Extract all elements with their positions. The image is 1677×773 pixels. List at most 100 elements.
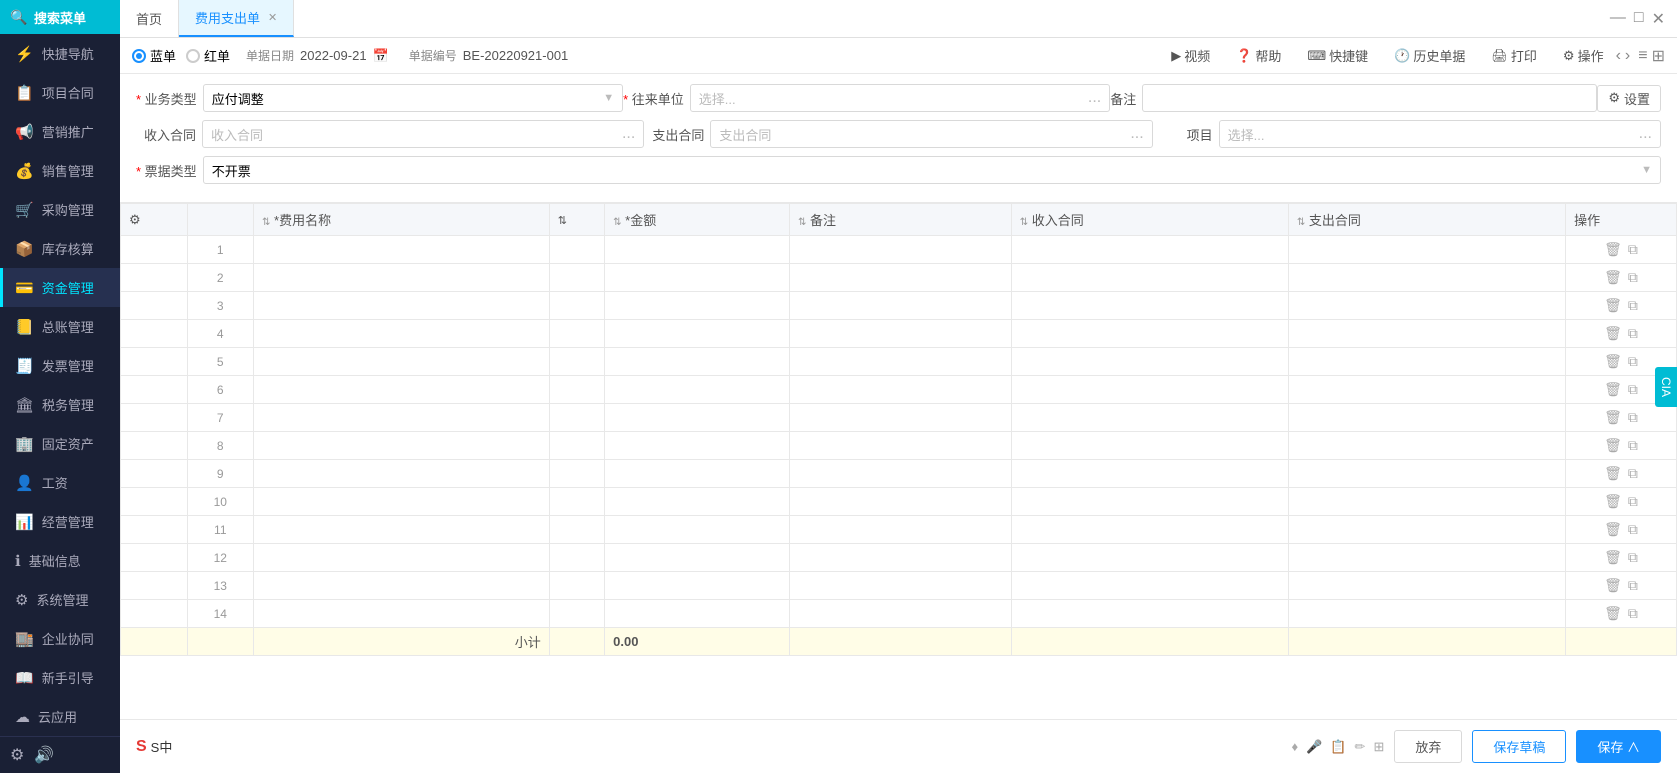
calendar-icon[interactable]: 📅 bbox=[373, 48, 389, 64]
footer-icon-mic[interactable]: 🎤 bbox=[1306, 739, 1322, 755]
row-income-contract-1[interactable] bbox=[1011, 236, 1288, 264]
row-expense-contract-10[interactable] bbox=[1288, 488, 1565, 516]
video-toolbar-button[interactable]: ▶视频 bbox=[1163, 44, 1218, 67]
shortcut-toolbar-button[interactable]: ⌨快捷键 bbox=[1299, 44, 1376, 67]
sidebar-item-operation[interactable]: 📊经营管理 bbox=[0, 502, 120, 541]
delete-row-4-icon[interactable]: 🗑 bbox=[1604, 325, 1622, 342]
sidebar-item-invoice[interactable]: 🧾发票管理 bbox=[0, 346, 120, 385]
footer-icon-check[interactable]: ✏ bbox=[1355, 739, 1366, 755]
project-dots[interactable]: ... bbox=[1639, 125, 1652, 143]
row-income-contract-9[interactable] bbox=[1011, 460, 1288, 488]
sidebar-item-system[interactable]: ⚙系统管理 bbox=[0, 580, 120, 619]
red-bill-radio[interactable]: 红单 bbox=[186, 46, 230, 65]
row-amount-6[interactable] bbox=[605, 376, 790, 404]
invoice-type-select[interactable]: 不开票 ▼ bbox=[203, 156, 1661, 184]
sidebar-item-enterprise[interactable]: 🏬企业协同 bbox=[0, 619, 120, 658]
row-amount-10[interactable] bbox=[605, 488, 790, 516]
expense-contract-sort-icon[interactable]: ⇅ bbox=[1297, 217, 1305, 228]
business-type-select[interactable]: 应付调整 ▼ bbox=[203, 84, 623, 112]
remark-sort-icon[interactable]: ⇅ bbox=[798, 217, 806, 228]
row-amount-2[interactable] bbox=[605, 264, 790, 292]
history-toolbar-button[interactable]: 🕐历史单据 bbox=[1386, 44, 1473, 67]
blue-bill-radio[interactable]: 蓝单 bbox=[132, 46, 176, 65]
copy-row-13-icon[interactable]: ⧉ bbox=[1628, 577, 1638, 594]
row-expense-name-7[interactable] bbox=[254, 404, 550, 432]
delete-row-7-icon[interactable]: 🗑 bbox=[1604, 409, 1622, 426]
row-remark-12[interactable] bbox=[789, 544, 1011, 572]
sidebar-item-inventory[interactable]: 📦库存核算 bbox=[0, 229, 120, 268]
delete-row-1-icon[interactable]: 🗑 bbox=[1604, 241, 1622, 258]
row-remark-3[interactable] bbox=[789, 292, 1011, 320]
row-amount-7[interactable] bbox=[605, 404, 790, 432]
help-toolbar-button[interactable]: ❓帮助 bbox=[1228, 44, 1289, 67]
cia-side-tab[interactable]: CIA bbox=[1655, 366, 1677, 406]
settings-icon[interactable]: ⚙ bbox=[10, 745, 24, 765]
row-income-contract-7[interactable] bbox=[1011, 404, 1288, 432]
expense-contract-dots[interactable]: ... bbox=[1130, 125, 1143, 143]
nav-next-button[interactable]: › bbox=[1625, 47, 1630, 65]
footer-icon-grid[interactable]: ⊞ bbox=[1373, 739, 1384, 755]
row-remark-13[interactable] bbox=[789, 572, 1011, 600]
row-expense-name-12[interactable] bbox=[254, 544, 550, 572]
row-remark-11[interactable] bbox=[789, 516, 1011, 544]
close-button[interactable]: ✕ bbox=[1652, 9, 1665, 29]
sidebar-item-fixed-asset[interactable]: 🏢固定资产 bbox=[0, 424, 120, 463]
row-income-contract-10[interactable] bbox=[1011, 488, 1288, 516]
delete-row-5-icon[interactable]: 🗑 bbox=[1604, 353, 1622, 370]
row-amount-8[interactable] bbox=[605, 432, 790, 460]
income-contract-sort-icon[interactable]: ⇅ bbox=[1020, 217, 1028, 228]
row-expense-name-10[interactable] bbox=[254, 488, 550, 516]
row-amount-1[interactable] bbox=[605, 236, 790, 264]
row-expense-name-8[interactable] bbox=[254, 432, 550, 460]
row-income-contract-5[interactable] bbox=[1011, 348, 1288, 376]
row-expense-name-9[interactable] bbox=[254, 460, 550, 488]
row-expense-name-2[interactable] bbox=[254, 264, 550, 292]
row-expense-contract-7[interactable] bbox=[1288, 404, 1565, 432]
row-expense-contract-2[interactable] bbox=[1288, 264, 1565, 292]
row-expense-contract-13[interactable] bbox=[1288, 572, 1565, 600]
row-amount-12[interactable] bbox=[605, 544, 790, 572]
sidebar-item-quick-nav[interactable]: ⚡快捷导航 bbox=[0, 34, 120, 73]
row-income-contract-11[interactable] bbox=[1011, 516, 1288, 544]
footer-icon-diamond[interactable]: ♦ bbox=[1292, 739, 1299, 754]
row-remark-1[interactable] bbox=[789, 236, 1011, 264]
copy-row-10-icon[interactable]: ⧉ bbox=[1628, 493, 1638, 510]
tab-expense-bill[interactable]: 费用支出单✕ bbox=[179, 0, 294, 37]
row-expense-contract-4[interactable] bbox=[1288, 320, 1565, 348]
row-expense-contract-12[interactable] bbox=[1288, 544, 1565, 572]
row-remark-8[interactable] bbox=[789, 432, 1011, 460]
sidebar-item-ledger[interactable]: 📒总账管理 bbox=[0, 307, 120, 346]
delete-row-6-icon[interactable]: 🗑 bbox=[1604, 381, 1622, 398]
row-income-contract-14[interactable] bbox=[1011, 600, 1288, 628]
copy-row-11-icon[interactable]: ⧉ bbox=[1628, 521, 1638, 538]
row-expense-name-6[interactable] bbox=[254, 376, 550, 404]
row-remark-2[interactable] bbox=[789, 264, 1011, 292]
delete-row-14-icon[interactable]: 🗑 bbox=[1604, 605, 1622, 622]
row-expense-contract-1[interactable] bbox=[1288, 236, 1565, 264]
row-income-contract-4[interactable] bbox=[1011, 320, 1288, 348]
row-expense-contract-8[interactable] bbox=[1288, 432, 1565, 460]
row-income-contract-13[interactable] bbox=[1011, 572, 1288, 600]
row-expense-name-3[interactable] bbox=[254, 292, 550, 320]
minimize-button[interactable]: — bbox=[1610, 9, 1626, 29]
sidebar-item-sales[interactable]: 💰销售管理 bbox=[0, 151, 120, 190]
income-contract-input[interactable]: 收入合同 ... bbox=[202, 120, 644, 148]
row-expense-name-13[interactable] bbox=[254, 572, 550, 600]
amount-sort-icon[interactable]: ⇅ bbox=[613, 217, 621, 228]
tab-close-expense-bill[interactable]: ✕ bbox=[268, 11, 277, 24]
copy-row-8-icon[interactable]: ⧉ bbox=[1628, 437, 1638, 454]
row-expense-name-14[interactable] bbox=[254, 600, 550, 628]
save-draft-button[interactable]: 保存草稿 bbox=[1472, 730, 1566, 763]
row-expense-name-4[interactable] bbox=[254, 320, 550, 348]
list-view-icon[interactable]: ≡ bbox=[1638, 47, 1647, 65]
footer-icon-clipboard[interactable]: 📋 bbox=[1330, 739, 1346, 755]
expense-name-sort-up[interactable]: ⇅ bbox=[262, 217, 270, 228]
row-amount-11[interactable] bbox=[605, 516, 790, 544]
row-amount-13[interactable] bbox=[605, 572, 790, 600]
sidebar-item-basic-info[interactable]: ℹ基础信息 bbox=[0, 541, 120, 580]
copy-row-6-icon[interactable]: ⧉ bbox=[1628, 381, 1638, 398]
copy-row-4-icon[interactable]: ⧉ bbox=[1628, 325, 1638, 342]
sidebar-item-payroll[interactable]: 👤工资 bbox=[0, 463, 120, 502]
row-amount-4[interactable] bbox=[605, 320, 790, 348]
income-contract-dots[interactable]: ... bbox=[622, 125, 635, 143]
